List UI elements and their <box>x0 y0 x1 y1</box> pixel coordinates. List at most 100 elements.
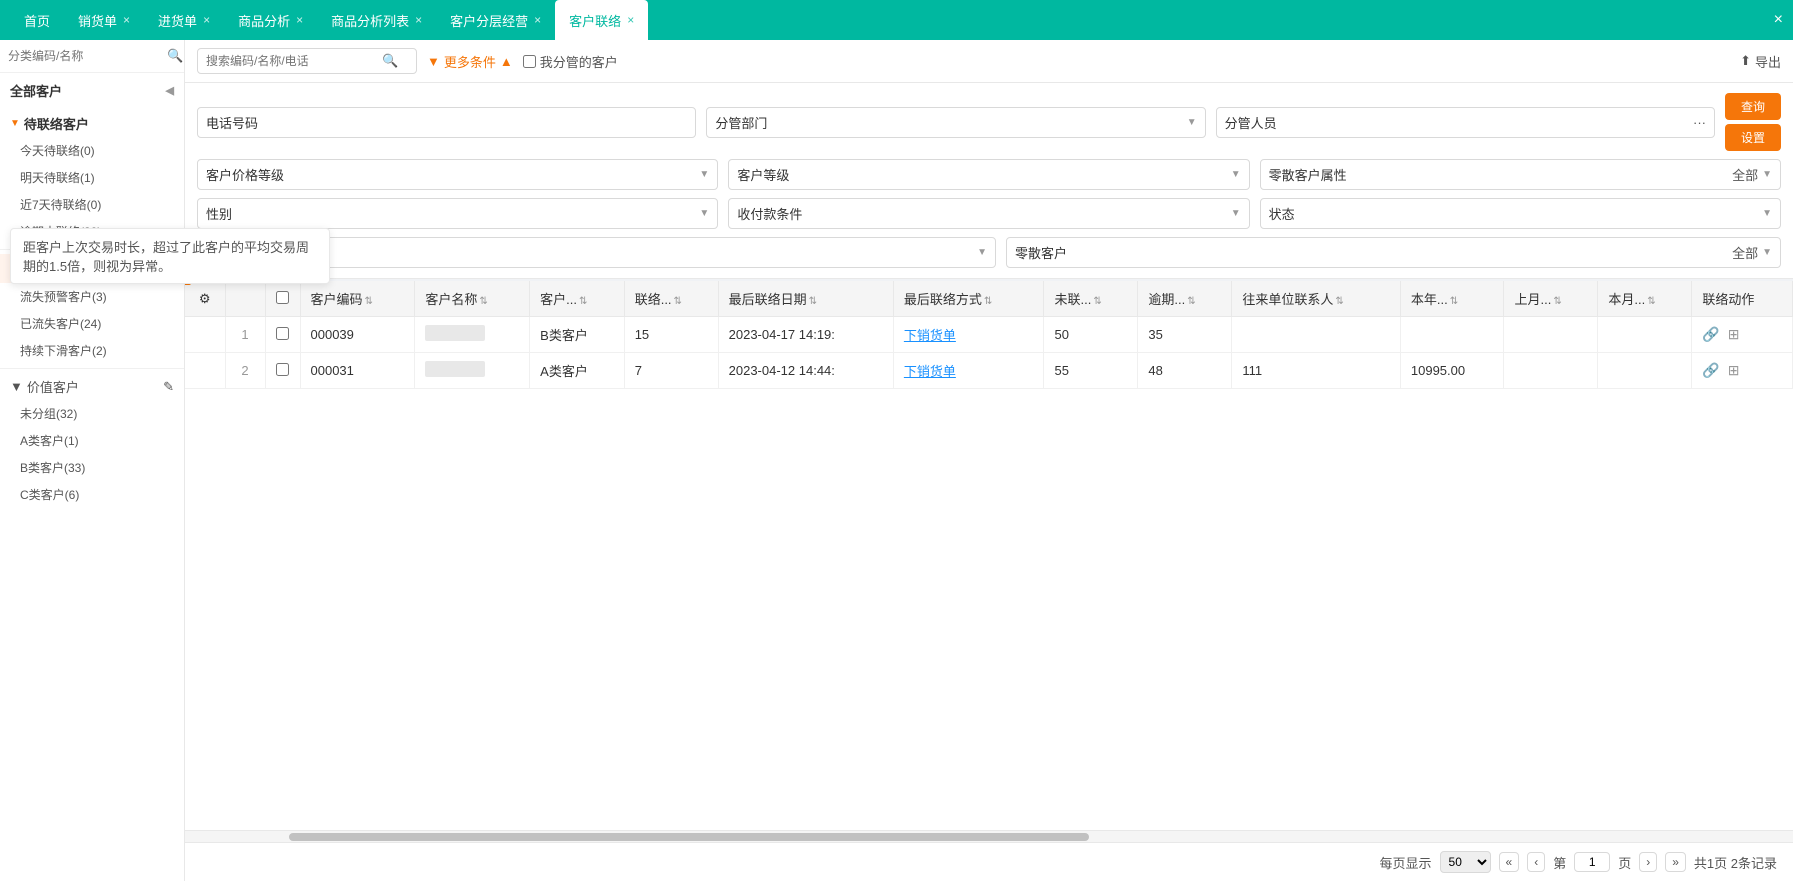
retail-attr-filter[interactable]: 零散客户属性 全部 ▼ <box>1260 159 1781 190</box>
col-checkbox[interactable] <box>265 281 300 317</box>
filter-row-2: 客户价格等级 ▼ 客户等级 ▼ 零散客户属性 全部 ▼ <box>197 159 1781 190</box>
col-overdue[interactable]: 逾期...⇅ <box>1138 281 1232 317</box>
filter-bar: 🔍 ▼ 更多条件 ▲ 我分管的客户 ⬆ 导出 <box>185 40 1793 83</box>
col-name[interactable]: 客户名称⇅ <box>415 281 530 317</box>
row2-contacts: 111 <box>1232 353 1401 389</box>
row2-grid-icon[interactable]: ⊞ <box>1728 362 1740 379</box>
close-analysis-icon[interactable]: × <box>296 13 303 27</box>
row2-checkbox[interactable] <box>265 353 300 389</box>
filter-row-3: 性别 ▼ 收付款条件 ▼ 状态 ▼ <box>197 198 1781 229</box>
status-filter[interactable]: 状态 ▼ <box>1260 198 1781 229</box>
my-customers-filter[interactable]: 我分管的客户 <box>523 52 618 71</box>
col-contact-count[interactable]: 联络...⇅ <box>624 281 718 317</box>
table-area[interactable]: ⚙ 客户编码⇅ 客户名称⇅ 客户...⇅ 联络...⇅ 最后联络日期⇅ 最后联络… <box>185 281 1793 830</box>
export-button[interactable]: ⬆ 导出 <box>1740 52 1781 71</box>
row2-contact-count: 7 <box>624 353 718 389</box>
more-conditions-button[interactable]: ▼ 更多条件 ▲ <box>427 52 513 71</box>
nav-item-analysis[interactable]: 商品分析 × <box>224 0 317 40</box>
row1-this-year <box>1400 317 1504 353</box>
scroll-thumb[interactable] <box>289 833 1089 841</box>
payment-terms-filter[interactable]: 收付款条件 ▼ <box>728 198 1249 229</box>
select-all-checkbox[interactable] <box>276 291 289 304</box>
sidebar-item-a-class[interactable]: A类客户(1) <box>0 427 184 454</box>
horizontal-scrollbar[interactable] <box>185 830 1793 842</box>
price-level-filter[interactable]: 客户价格等级 ▼ <box>197 159 718 190</box>
close-all-button[interactable]: × <box>1774 11 1783 29</box>
retail-customer-filter[interactable]: 零散客户 全部 ▼ <box>1006 237 1781 268</box>
col-last-contact-date[interactable]: 最后联络日期⇅ <box>718 281 893 317</box>
retail-attr-value: 全部 <box>1732 165 1758 184</box>
phone-filter[interactable]: 电话号码 <box>197 107 696 138</box>
sidebar-item-churn-warning[interactable]: 流失预警客户(3) <box>0 283 184 310</box>
prev-page-button[interactable]: ‹ <box>1527 852 1545 872</box>
col-uncontacted[interactable]: 未联...⇅ <box>1044 281 1138 317</box>
nav-item-customer-tier[interactable]: 客户分层经营 × <box>436 0 555 40</box>
filter-row-4: ··· 客户类型 ▼ 零散客户 全部 ▼ <box>197 237 1781 268</box>
staff-filter[interactable]: 分管人员 ··· <box>1216 107 1715 138</box>
query-button[interactable]: 查询 <box>1725 93 1781 120</box>
row1-overdue: 35 <box>1138 317 1232 353</box>
col-last-contact-method[interactable]: 最后联络方式⇅ <box>893 281 1044 317</box>
per-page-select[interactable]: 50 100 200 <box>1440 851 1491 873</box>
row1-checkbox[interactable] <box>265 317 300 353</box>
dept-filter[interactable]: 分管部门 ▼ <box>706 107 1205 138</box>
main-search-icon[interactable]: 🔍 <box>382 53 398 69</box>
next-page-button[interactable]: › <box>1639 852 1657 872</box>
price-dropdown-icon: ▼ <box>699 169 709 180</box>
triangle-icon-2: ▼ <box>10 379 23 394</box>
col-last-month[interactable]: 上月...⇅ <box>1504 281 1598 317</box>
main-search-input[interactable] <box>206 54 376 68</box>
close-customer-tier-icon[interactable]: × <box>534 13 541 27</box>
customer-table: ⚙ 客户编码⇅ 客户名称⇅ 客户...⇅ 联络...⇅ 最后联络日期⇅ 最后联络… <box>185 281 1793 389</box>
last-page-button[interactable]: » <box>1665 852 1686 872</box>
col-contacts[interactable]: 往来单位联系人⇅ <box>1232 281 1401 317</box>
my-customers-checkbox[interactable] <box>523 55 536 68</box>
close-purchase-icon[interactable]: × <box>203 13 210 27</box>
nav-item-sales[interactable]: 销货单 × <box>64 0 144 40</box>
all-customers-header[interactable]: 全部客户 ◀ <box>0 73 184 108</box>
page-label: 第 <box>1553 853 1566 872</box>
first-page-button[interactable]: « <box>1499 852 1520 872</box>
content-area: 🔍 ▼ 更多条件 ▲ 我分管的客户 ⬆ 导出 电话号码 <box>185 40 1793 881</box>
nav-item-customer-contact[interactable]: 客户联络 × <box>555 0 648 40</box>
nav-item-analysis-list[interactable]: 商品分析列表 × <box>317 0 436 40</box>
sidebar-item-declining[interactable]: 持续下滑客户(2) <box>0 337 184 364</box>
settings-button[interactable]: 设置 <box>1725 124 1781 151</box>
sidebar-item-7days[interactable]: 近7天待联络(0) <box>0 191 184 218</box>
row1-select[interactable] <box>276 327 289 340</box>
close-customer-contact-icon[interactable]: × <box>627 13 634 27</box>
col-code[interactable]: 客户编码⇅ <box>300 281 415 317</box>
row2-select[interactable] <box>276 363 289 376</box>
export-label: 导出 <box>1755 52 1781 71</box>
gender-filter[interactable]: 性别 ▼ <box>197 198 718 229</box>
sidebar-item-ungrouped[interactable]: 未分组(32) <box>0 400 184 427</box>
status-label: 状态 <box>1269 204 1756 223</box>
sidebar-item-churned[interactable]: 已流失客户(24) <box>0 310 184 337</box>
nav-item-purchase[interactable]: 进货单 × <box>144 0 224 40</box>
sidebar-item-tomorrow[interactable]: 明天待联络(1) <box>0 164 184 191</box>
sidebar-item-b-class[interactable]: B类客户(33) <box>0 454 184 481</box>
close-analysis-list-icon[interactable]: × <box>415 13 422 27</box>
customer-type-filter[interactable]: 客户类型 ▼ <box>221 237 996 268</box>
search-field[interactable]: 🔍 <box>197 48 417 74</box>
row2-last-month <box>1504 353 1598 389</box>
row2-link-icon[interactable]: 🔗 <box>1702 362 1719 379</box>
gender-label: 性别 <box>206 204 693 223</box>
col-this-month[interactable]: 本月...⇅ <box>1598 281 1692 317</box>
sidebar-search-input[interactable] <box>8 49 163 63</box>
sidebar-item-today[interactable]: 今天待联络(0) <box>0 137 184 164</box>
row1-link-icon[interactable]: 🔗 <box>1702 326 1719 343</box>
filter-icon: ▼ <box>427 54 440 69</box>
nav-item-home[interactable]: 首页 <box>10 0 64 40</box>
sidebar-search-icon[interactable]: 🔍 <box>167 48 183 64</box>
close-sales-icon[interactable]: × <box>123 13 130 27</box>
col-this-year[interactable]: 本年...⇅ <box>1400 281 1504 317</box>
page-number-input[interactable] <box>1574 852 1610 872</box>
col-customer-type[interactable]: 客户...⇅ <box>530 281 625 317</box>
sidebar-item-c-class[interactable]: C类客户(6) <box>0 481 184 508</box>
col-settings[interactable]: ⚙ <box>185 281 225 317</box>
edit-icon[interactable]: ✎ <box>163 379 174 395</box>
row1-grid-icon[interactable]: ⊞ <box>1728 326 1740 343</box>
dots-icon: ··· <box>1693 115 1706 130</box>
customer-level-filter[interactable]: 客户等级 ▼ <box>728 159 1249 190</box>
